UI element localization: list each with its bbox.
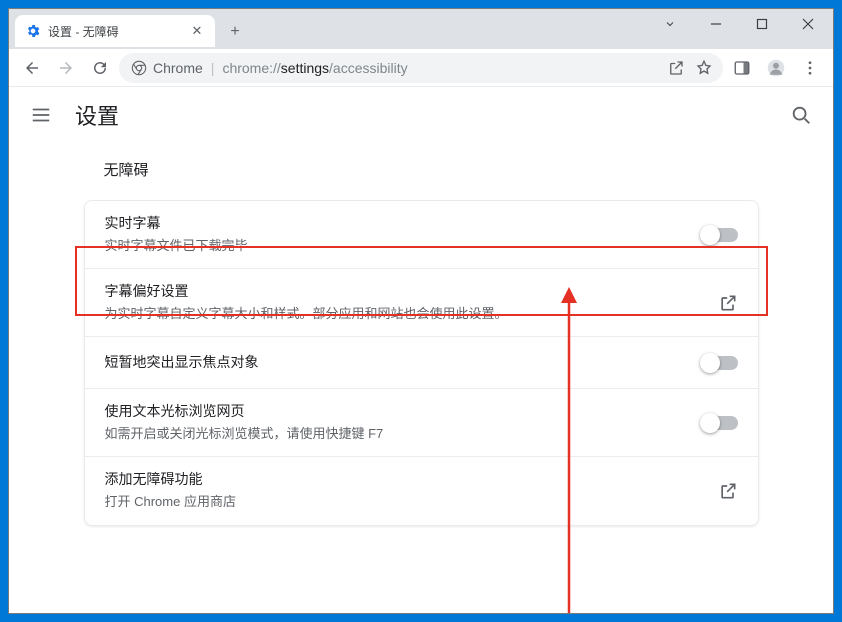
site-info[interactable]: Chrome — [131, 60, 203, 76]
window-controls — [647, 9, 833, 39]
row-sub: 为实时字幕自定义字幕大小和样式。部分应用和网站也会使用此设置。 — [105, 304, 702, 324]
page-content: 设置 无障碍 实时字幕 实时字幕文件已下载完毕 — [9, 87, 833, 613]
section-title: 无障碍 — [84, 151, 759, 200]
settings-topbar: 设置 — [9, 87, 833, 143]
search-button[interactable] — [785, 99, 817, 131]
row-caption-preferences[interactable]: 字幕偏好设置 为实时字幕自定义字幕大小和样式。部分应用和网站也会使用此设置。 — [85, 268, 758, 336]
row-live-caption[interactable]: 实时字幕 实时字幕文件已下载完毕 — [85, 201, 758, 268]
row-caret-browsing[interactable]: 使用文本光标浏览网页 如需开启或关闭光标浏览模式，请使用快捷键 F7 — [85, 388, 758, 456]
external-link-icon — [718, 481, 738, 501]
side-panel-button[interactable] — [727, 53, 757, 83]
bookmark-star-icon[interactable] — [695, 59, 713, 77]
omnibox-separator: | — [211, 60, 215, 76]
address-bar: Chrome | chrome://settings/accessibility — [9, 49, 833, 87]
site-info-label: Chrome — [153, 60, 203, 76]
row-sub: 如需开启或关闭光标浏览模式，请使用快捷键 F7 — [105, 424, 686, 444]
browser-window: 设置 - 无障碍 ✕ + — [8, 8, 834, 614]
close-window-button[interactable] — [785, 9, 831, 39]
url-text: chrome://settings/accessibility — [222, 60, 407, 76]
tab-title: 设置 - 无障碍 — [48, 23, 182, 40]
reload-button[interactable] — [85, 53, 115, 83]
menu-kebab-button[interactable] — [795, 53, 825, 83]
toggle-highlight-focus[interactable] — [702, 356, 738, 370]
row-sub: 实时字幕文件已下载完毕 — [105, 236, 686, 256]
external-link-icon — [718, 293, 738, 313]
settings-main: 无障碍 实时字幕 实时字幕文件已下载完毕 字幕偏好设置 为实时字幕自定义字幕大小… — [9, 143, 833, 613]
gear-icon — [25, 23, 41, 39]
row-highlight-focus[interactable]: 短暂地突出显示焦点对象 — [85, 336, 758, 388]
row-title: 使用文本光标浏览网页 — [105, 401, 686, 422]
profile-button[interactable] — [761, 53, 791, 83]
row-title: 短暂地突出显示焦点对象 — [105, 352, 686, 373]
accessibility-panel: 无障碍 实时字幕 实时字幕文件已下载完毕 字幕偏好设置 为实时字幕自定义字幕大小… — [84, 151, 759, 593]
dropdown-icon[interactable] — [647, 9, 693, 39]
row-title: 添加无障碍功能 — [105, 469, 702, 490]
toggle-caret-browsing[interactable] — [702, 416, 738, 430]
toggle-live-caption[interactable] — [702, 228, 738, 242]
omnibox[interactable]: Chrome | chrome://settings/accessibility — [119, 53, 723, 83]
row-title: 字幕偏好设置 — [105, 281, 702, 302]
row-sub: 打开 Chrome 应用商店 — [105, 492, 702, 512]
browser-tab[interactable]: 设置 - 无障碍 ✕ — [15, 15, 215, 47]
tab-strip: 设置 - 无障碍 ✕ + — [9, 9, 249, 47]
minimize-button[interactable] — [693, 9, 739, 39]
share-icon[interactable] — [667, 59, 685, 77]
hamburger-menu-button[interactable] — [25, 99, 57, 131]
new-tab-button[interactable]: + — [221, 18, 249, 46]
titlebar: 设置 - 无障碍 ✕ + — [9, 9, 833, 49]
chrome-logo-icon — [131, 60, 147, 76]
back-button[interactable] — [17, 53, 47, 83]
page-title: 设置 — [75, 99, 119, 131]
settings-card: 实时字幕 实时字幕文件已下载完毕 字幕偏好设置 为实时字幕自定义字幕大小和样式。… — [84, 200, 759, 526]
row-title: 实时字幕 — [105, 213, 686, 234]
forward-button[interactable] — [51, 53, 81, 83]
close-tab-icon[interactable]: ✕ — [189, 23, 205, 39]
maximize-button[interactable] — [739, 9, 785, 39]
row-add-accessibility[interactable]: 添加无障碍功能 打开 Chrome 应用商店 — [85, 456, 758, 524]
